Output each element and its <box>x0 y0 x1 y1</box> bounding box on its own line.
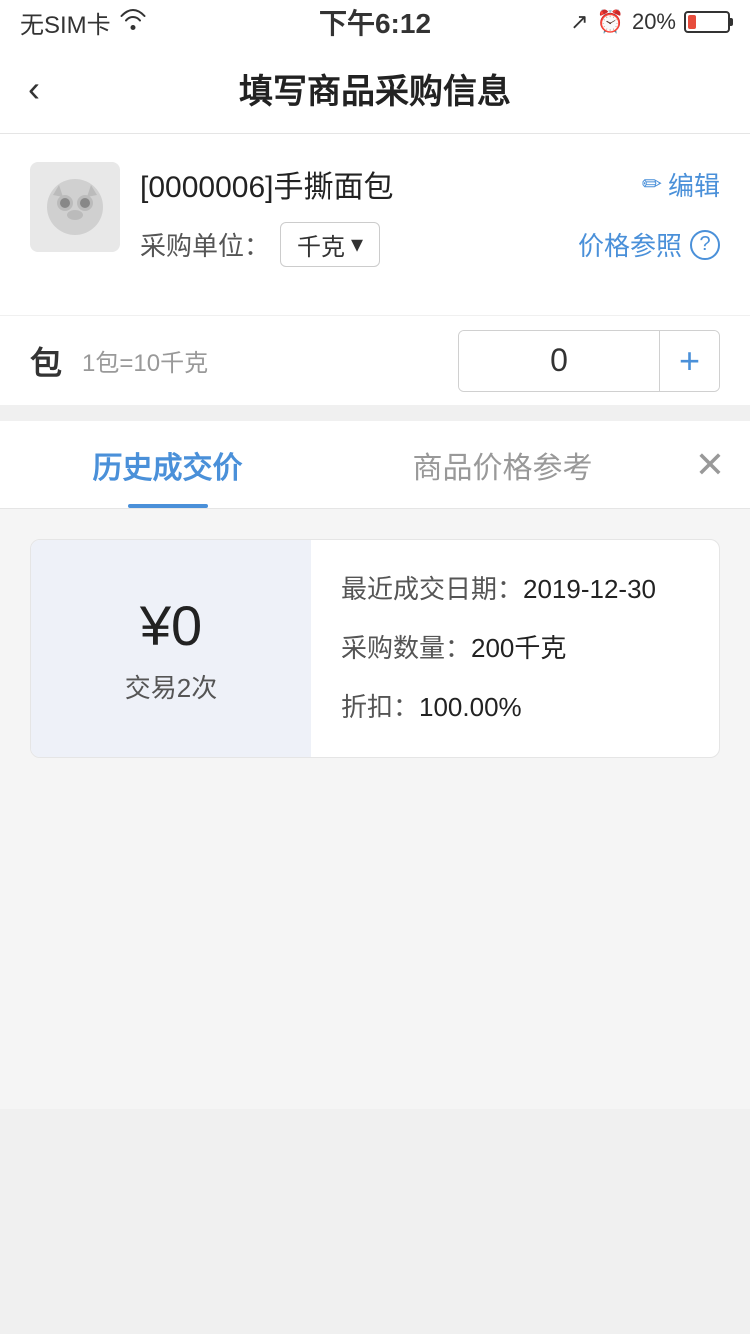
nav-bar: ‹ 填写商品采购信息 <box>0 44 750 134</box>
tabs-container: 历史成交价 商品价格参考 ✕ <box>0 421 750 509</box>
sim-signal: 无SIM卡 <box>20 5 111 40</box>
quantity-plus-button[interactable]: + <box>659 331 719 391</box>
tab-price-ref-label: 商品价格参考 <box>413 443 593 487</box>
discount-row: 折扣：100.00% <box>341 688 689 727</box>
help-icon: ? <box>690 230 720 260</box>
status-bar: 无SIM卡 下午6:12 ↗ ⏰ 20% <box>0 0 750 44</box>
recent-date-label: 最近成交日期： <box>341 574 523 604</box>
history-card: ¥0 交易2次 最近成交日期：2019-12-30 采购数量：200千克 折扣：… <box>30 539 720 758</box>
unit-dropdown[interactable]: 千克 ▾ <box>280 222 380 267</box>
close-icon: ✕ <box>695 444 725 486</box>
purchase-qty-value: 200千克 <box>471 633 566 663</box>
product-thumbnail <box>30 162 120 252</box>
edit-icon: ✏ <box>642 170 662 199</box>
dropdown-arrow: ▾ <box>351 230 363 259</box>
battery-icon <box>684 11 730 33</box>
quantity-equiv: 1包=10千克 <box>82 343 438 378</box>
page-title: 填写商品采购信息 <box>239 64 511 113</box>
trade-count: 交易2次 <box>125 668 217 705</box>
battery-percent: 20% <box>632 9 676 35</box>
recent-date-value: 2019-12-30 <box>523 574 656 604</box>
status-left: 无SIM卡 <box>20 5 147 40</box>
edit-label: 编辑 <box>668 166 720 203</box>
card-left-price: ¥0 交易2次 <box>31 540 311 757</box>
price-ref-label: 价格参照 <box>578 226 682 263</box>
product-card: [0000006]手撕面包 ✏ 编辑 采购单位： 千克 ▾ 价格参照 <box>0 134 750 315</box>
discount-label: 折扣： <box>341 692 419 722</box>
product-name: [0000006]手撕面包 <box>140 162 393 206</box>
quantity-row: 包 1包=10千克 + <box>0 315 750 405</box>
location-icon: ↗ <box>570 9 588 35</box>
tab-history-label: 历史成交价 <box>93 443 243 487</box>
purchase-qty-row: 采购数量：200千克 <box>341 629 689 668</box>
edit-button[interactable]: ✏ 编辑 <box>642 166 720 203</box>
unit-value: 千克 <box>297 227 345 262</box>
tab-active-indicator <box>128 504 208 508</box>
alarm-icon: ⏰ <box>597 9 624 35</box>
recent-date-row: 最近成交日期：2019-12-30 <box>341 570 689 609</box>
wifi-icon <box>119 8 147 37</box>
tab-history-price[interactable]: 历史成交价 <box>0 421 335 508</box>
history-section: ¥0 交易2次 最近成交日期：2019-12-30 采购数量：200千克 折扣：… <box>0 509 750 1109</box>
status-right: ↗ ⏰ 20% <box>570 9 730 35</box>
price-display: ¥0 <box>140 593 202 658</box>
purchase-qty-label: 采购数量： <box>341 633 471 663</box>
back-button[interactable]: ‹ <box>28 68 40 110</box>
tab-product-price-ref[interactable]: 商品价格参考 <box>335 421 670 508</box>
tab-close-button[interactable]: ✕ <box>670 444 750 486</box>
card-right-details: 最近成交日期：2019-12-30 采购数量：200千克 折扣：100.00% <box>311 540 719 757</box>
discount-value: 100.00% <box>419 692 522 722</box>
product-info: [0000006]手撕面包 ✏ 编辑 采购单位： 千克 ▾ 价格参照 <box>140 162 720 267</box>
quantity-unit-label: 包 <box>30 338 62 384</box>
quantity-input[interactable] <box>459 331 659 391</box>
status-time: 下午6:12 <box>319 2 431 42</box>
unit-label: 采购单位： 千克 ▾ <box>140 222 380 267</box>
price-ref-button[interactable]: 价格参照 ? <box>578 226 720 263</box>
quantity-input-container: + <box>458 330 720 392</box>
